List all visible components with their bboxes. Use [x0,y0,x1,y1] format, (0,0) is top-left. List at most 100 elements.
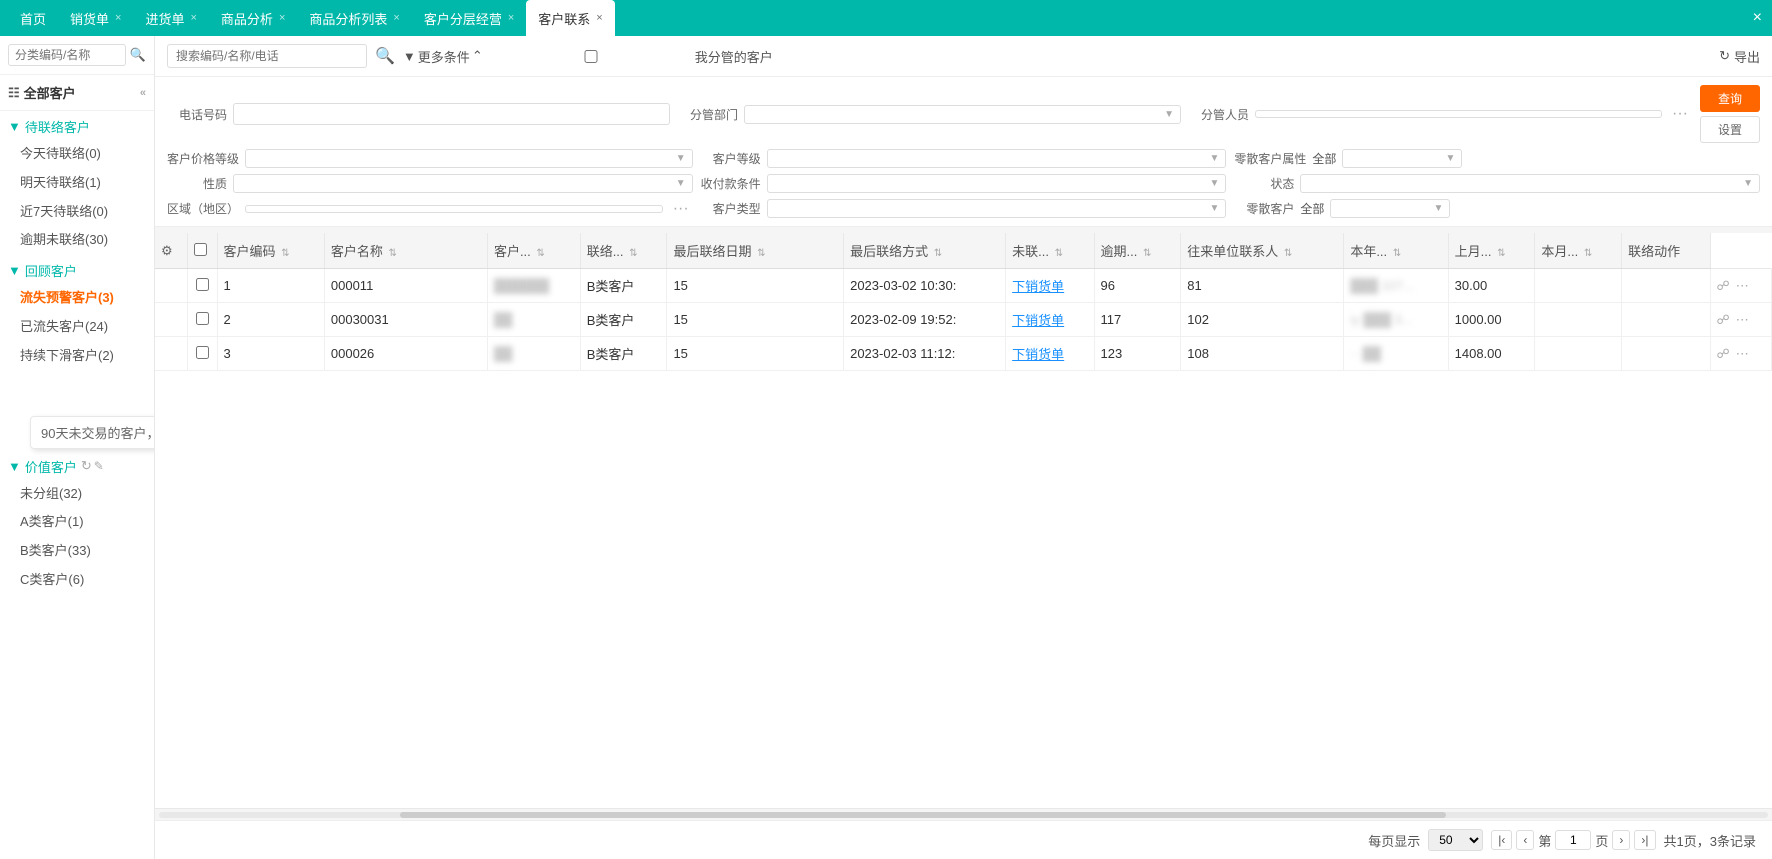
customer-type-select[interactable]: ▼ [767,199,1227,218]
phone-input[interactable] [233,103,670,125]
search-button[interactable]: 🔍 [375,46,395,66]
customer-level-select[interactable]: ▼ [767,149,1227,168]
last-month-sort-icon[interactable]: ⇅ [1497,248,1505,259]
window-close-icon[interactable]: × [1753,9,1762,27]
nav-tab-customer-contact[interactable]: 客户联系 × [526,0,614,36]
last-method-link[interactable]: 下销货单 [1012,279,1064,294]
name-sort-icon[interactable]: ⇅ [389,248,397,259]
table-settings-icon[interactable]: ⚙ [161,243,173,258]
zero-attr-select[interactable]: ▼ [1342,149,1462,168]
sidebar-item-class-c[interactable]: C类客户(6) [0,566,154,595]
row-action-link-icon[interactable]: ☍ [1717,278,1730,294]
my-customer-checkbox[interactable]: 我分管的客户 [491,47,773,66]
nav-tab-goods-list-close[interactable]: × [393,12,399,24]
per-page-select[interactable]: 50 100 200 [1428,829,1483,851]
sidebar-item-tomorrow[interactable]: 明天待联络(1) [0,169,154,198]
sidebar-group-review[interactable]: ▼ 回顾客户 [0,255,154,284]
settings-button[interactable]: 设置 [1700,116,1760,143]
nav-tab-purchase[interactable]: 进货单 × [133,0,208,36]
query-button[interactable]: 查询 [1700,85,1760,112]
more-filter-button[interactable]: ▼ 更多条件 ⌃ [403,47,483,66]
nav-tab-home[interactable]: 首页 [8,0,58,36]
horizontal-scrollbar[interactable] [155,808,1772,820]
contact-sort-icon[interactable]: ⇅ [629,248,637,259]
last-date-sort-icon[interactable]: ⇅ [757,248,765,259]
sidebar-item-churn-warning[interactable]: 流失预警客户(3) [0,284,154,313]
customer-price-select[interactable]: ▼ [245,149,693,168]
sidebar-item-7days[interactable]: 近7天待联络(0) [0,198,154,227]
select-all-checkbox[interactable] [194,243,207,256]
row-action-more-icon[interactable]: ⋯ [1736,346,1749,362]
nav-tab-goods-analysis-close[interactable]: × [279,12,285,24]
row-contact-cell: 15 [667,303,844,337]
sidebar-item-class-b[interactable]: B类客户(33) [0,537,154,566]
person-dots[interactable]: ··· [1668,105,1692,123]
collapse-icon[interactable]: « [140,87,146,99]
dept-select[interactable]: ▼ [744,105,1181,124]
row-checkbox-0[interactable] [196,278,209,291]
first-page-button[interactable]: |‹ [1491,830,1512,850]
sidebar-group-pending[interactable]: ▼ 待联络客户 [0,111,154,140]
nav-tab-customer-tier[interactable]: 客户分层经营 × [412,0,526,36]
sidebar-search-input[interactable] [8,44,126,66]
prev-page-button[interactable]: ‹ [1516,830,1534,850]
last-method-link[interactable]: 下销货单 [1012,347,1064,362]
sidebar-all-customers[interactable]: ☷ 全部客户 « [0,75,154,111]
nav-tab-goods-list[interactable]: 商品分析列表 × [297,0,411,36]
gender-select[interactable]: ▼ [233,174,693,193]
customer-level-chevron-icon: ▼ [1209,153,1219,164]
this-year-sort-icon[interactable]: ⇅ [1393,248,1401,259]
last-page-button[interactable]: ›| [1634,830,1655,850]
not-contact-sort-icon[interactable]: ⇅ [1055,248,1063,259]
table-area: ⚙ 客户编码 ⇅ 客户名称 ⇅ [155,233,1772,808]
my-customer-check[interactable] [491,50,691,63]
sidebar-item-class-a[interactable]: A类客户(1) [0,508,154,537]
nav-tab-customer-tier-close[interactable]: × [508,12,514,24]
sidebar-item-declining[interactable]: 持续下滑客户(2) [0,342,154,371]
nav-tab-goods-list-label: 商品分析列表 [309,9,387,28]
last-method-sort-icon[interactable]: ⇅ [934,248,942,259]
contact-person-sort-icon[interactable]: ⇅ [1284,248,1292,259]
nav-tab-goods-analysis[interactable]: 商品分析 × [209,0,297,36]
nav-tab-sales-close[interactable]: × [115,12,121,24]
search-input[interactable] [167,44,367,68]
export-button[interactable]: ↻ 导出 [1719,47,1760,66]
sidebar-item-churned-label: 已流失客户(24) [20,319,108,334]
row-checkbox-2[interactable] [196,346,209,359]
person-select[interactable] [1255,110,1662,118]
group3-edit-icon[interactable]: ✎ [94,459,104,473]
page-label: 第 [1538,831,1551,850]
page-input[interactable] [1555,830,1591,850]
group3-refresh-icon[interactable]: ↻ [81,458,92,474]
pagination: 每页显示 50 100 200 |‹ ‹ 第 页 › ›| 共1页，3条记录 [155,820,1772,859]
hscroll-thumb[interactable] [400,812,1446,818]
sidebar-item-today[interactable]: 今天待联络(0) [0,140,154,169]
row-action-link-icon[interactable]: ☍ [1717,346,1730,362]
code-sort-icon[interactable]: ⇅ [281,248,289,259]
row-action-link-icon[interactable]: ☍ [1717,312,1730,328]
nav-tab-sales[interactable]: 销货单 × [58,0,133,36]
row-this-month-cell [1622,337,1710,371]
row-action-more-icon[interactable]: ⋯ [1736,278,1749,294]
zero-customer-select[interactable]: ▼ [1330,199,1450,218]
sidebar-group-value[interactable]: ▼ 价值客户 ↻ ✎ [0,451,154,480]
overdue-sort-icon[interactable]: ⇅ [1143,248,1151,259]
row-checkbox-1[interactable] [196,312,209,325]
area-select[interactable] [245,205,663,213]
sidebar-item-overdue[interactable]: 逾期未联络(30) [0,226,154,255]
next-page-button[interactable]: › [1612,830,1630,850]
sidebar-item-churned[interactable]: 已流失客户(24) [0,313,154,342]
sidebar-search-icon[interactable]: 🔍 [130,47,146,63]
nav-tab-purchase-close[interactable]: × [190,12,196,24]
nav-tab-customer-tier-label: 客户分层经营 [424,9,502,28]
area-dots[interactable]: ··· [669,200,693,218]
last-method-link[interactable]: 下销货单 [1012,313,1064,328]
nav-tab-customer-contact-close[interactable]: × [596,12,602,24]
this-month-sort-icon[interactable]: ⇅ [1584,248,1592,259]
payment-select[interactable]: ▼ [767,174,1227,193]
row-action-more-icon[interactable]: ⋯ [1736,312,1749,328]
status-select[interactable]: ▼ [1300,174,1760,193]
sidebar-item-ungrouped[interactable]: 未分组(32) [0,480,154,509]
type-sort-icon[interactable]: ⇅ [536,248,544,259]
sidebar-tooltip-text: 90天未交易的客户，可能有流失风险。 [41,426,155,441]
